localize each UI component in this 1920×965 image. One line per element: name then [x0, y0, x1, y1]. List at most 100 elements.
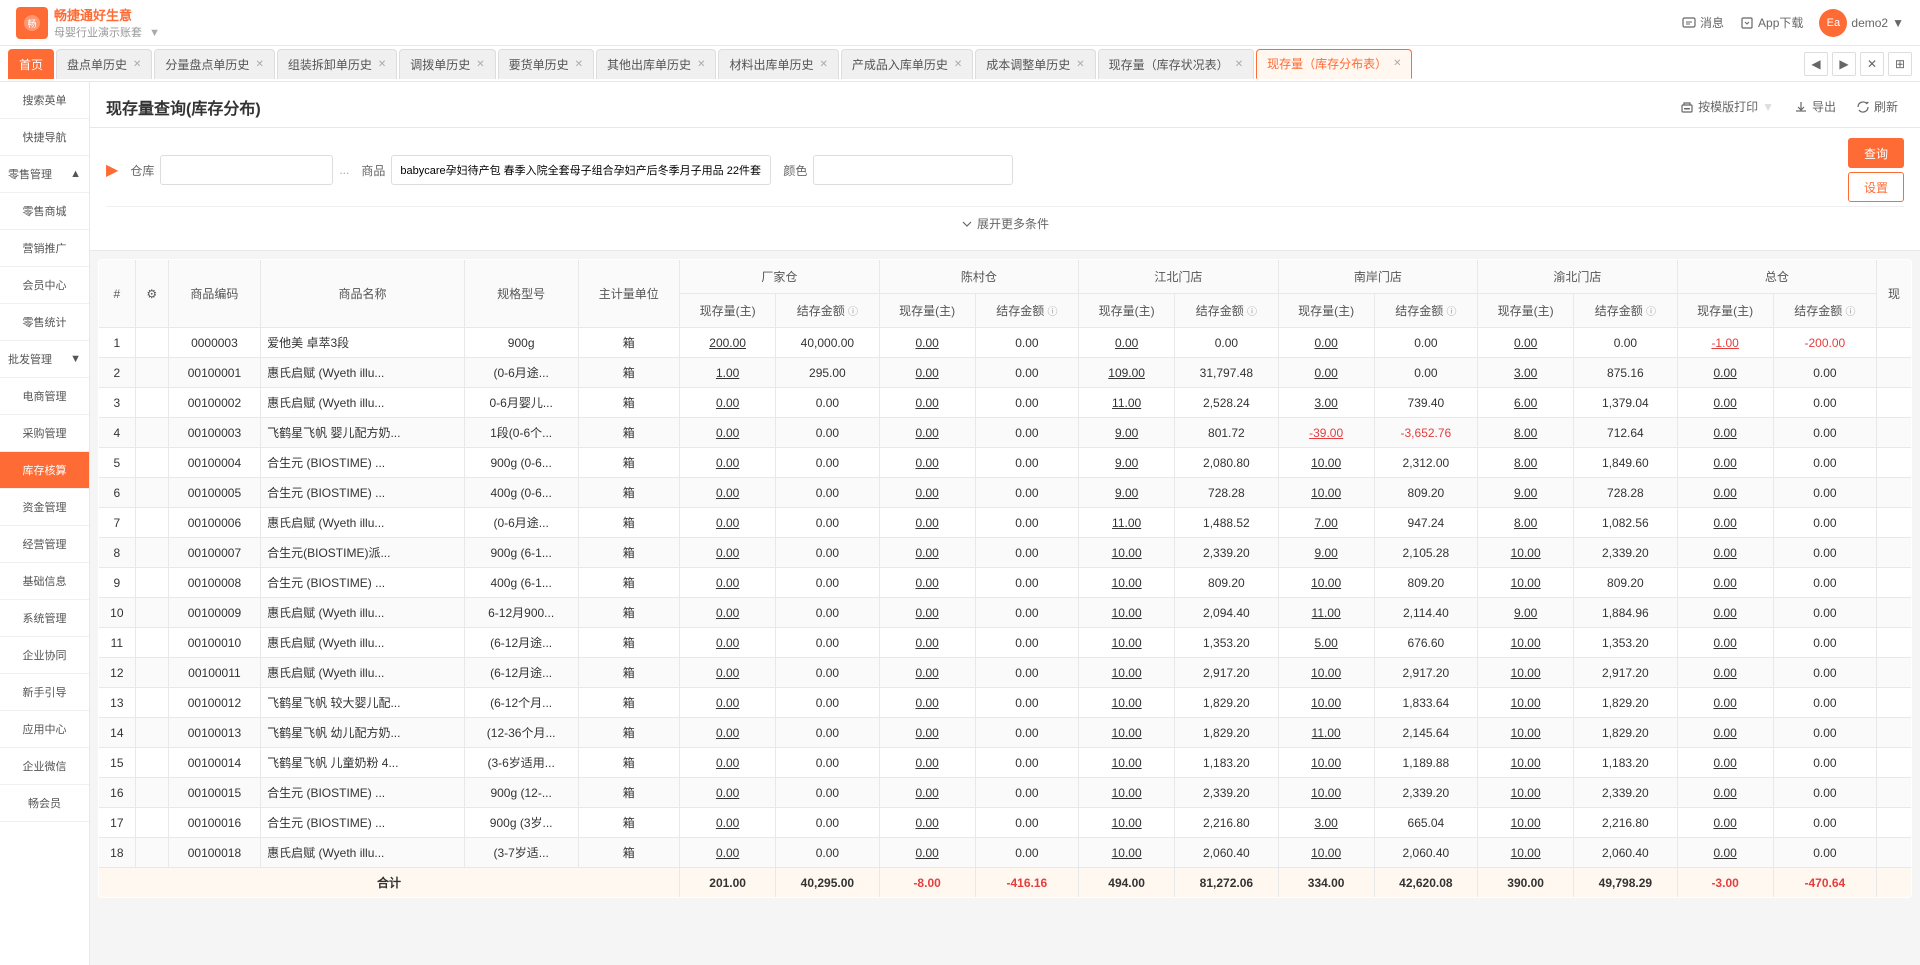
cell-jiangbei-stock[interactable]: 10.00	[1079, 688, 1175, 718]
th-gear[interactable]: ⚙	[135, 260, 168, 328]
tab-close-material[interactable]: ✕	[819, 59, 827, 70]
cell-factory-stock[interactable]: 0.00	[680, 388, 776, 418]
cell-yubei-stock[interactable]: 10.00	[1478, 778, 1574, 808]
cell-yubei-stock[interactable]: 10.00	[1478, 628, 1574, 658]
cell-jiangbei-stock[interactable]: 10.00	[1079, 838, 1175, 868]
cell-nanan-stock[interactable]: 10.00	[1278, 748, 1374, 778]
sidebar-item-system[interactable]: 系统管理	[0, 600, 89, 637]
sidebar-item-wechat[interactable]: 企业微信	[0, 748, 89, 785]
goods-input[interactable]	[391, 155, 771, 185]
cell-factory-stock[interactable]: 0.00	[680, 808, 776, 838]
cell-chenma-stock[interactable]: 0.00	[879, 538, 975, 568]
tab-close-all-btn[interactable]: ✕	[1860, 52, 1884, 76]
cell-yubei-stock[interactable]: 3.00	[1478, 358, 1574, 388]
tab-stocktake[interactable]: 盘点单历史 ✕	[56, 49, 152, 79]
sidebar-item-enterprise[interactable]: 企业协同	[0, 637, 89, 674]
cell-total-stock[interactable]: 0.00	[1677, 598, 1773, 628]
cell-total-stock[interactable]: 0.00	[1677, 568, 1773, 598]
sidebar-item-members[interactable]: 会员中心	[0, 267, 89, 304]
color-input[interactable]	[813, 155, 1013, 185]
cell-total-stock[interactable]: 0.00	[1677, 448, 1773, 478]
cell-jiangbei-stock[interactable]: 9.00	[1079, 418, 1175, 448]
cell-yubei-stock[interactable]: 9.00	[1478, 598, 1574, 628]
cell-yubei-stock[interactable]: 6.00	[1478, 388, 1574, 418]
cell-nanan-stock[interactable]: -39.00	[1278, 418, 1374, 448]
tab-cost-adjust[interactable]: 成本调整单历史 ✕	[975, 49, 1095, 79]
tab-material-out[interactable]: 材料出库单历史 ✕	[718, 49, 838, 79]
cell-factory-stock[interactable]: 0.00	[680, 838, 776, 868]
print-btn[interactable]: 按模版打印 ▼	[1674, 94, 1780, 119]
cell-total-stock[interactable]: 0.00	[1677, 718, 1773, 748]
sidebar-item-retail-mall[interactable]: 零售商城	[0, 193, 89, 230]
cell-total-stock[interactable]: 0.00	[1677, 418, 1773, 448]
cell-nanan-stock[interactable]: 10.00	[1278, 568, 1374, 598]
user-menu[interactable]: Ea demo2 ▼	[1819, 9, 1904, 37]
sidebar-item-retail-stats[interactable]: 零售统计	[0, 304, 89, 341]
cell-jiangbei-stock[interactable]: 109.00	[1079, 358, 1175, 388]
cell-total-stock[interactable]: 0.00	[1677, 628, 1773, 658]
sidebar-item-finance[interactable]: 资金管理	[0, 489, 89, 526]
refresh-btn[interactable]: 刷新	[1850, 94, 1904, 119]
warehouse-input[interactable]	[160, 155, 333, 185]
cell-jiangbei-stock[interactable]: 10.00	[1079, 718, 1175, 748]
cell-factory-stock[interactable]: 0.00	[680, 688, 776, 718]
cell-chenma-stock[interactable]: 0.00	[879, 718, 975, 748]
cell-nanan-stock[interactable]: 0.00	[1278, 328, 1374, 358]
cell-yubei-stock[interactable]: 10.00	[1478, 808, 1574, 838]
cell-factory-stock[interactable]: 0.00	[680, 568, 776, 598]
tab-next-btn[interactable]: ▶	[1832, 52, 1856, 76]
setting-btn[interactable]: 设置	[1848, 172, 1904, 202]
cell-chenma-stock[interactable]: 0.00	[879, 328, 975, 358]
tab-other-outbound[interactable]: 其他出库单历史 ✕	[596, 49, 716, 79]
cell-total-stock[interactable]: 0.00	[1677, 388, 1773, 418]
cell-chenma-stock[interactable]: 0.00	[879, 508, 975, 538]
cell-nanan-stock[interactable]: 3.00	[1278, 808, 1374, 838]
cell-chenma-stock[interactable]: 0.00	[879, 598, 975, 628]
tab-stock-status[interactable]: 现存量（库存状况表） ✕	[1098, 49, 1254, 79]
tab-partial-stocktake[interactable]: 分量盘点单历史 ✕	[154, 49, 274, 79]
sidebar-item-retail-mgmt[interactable]: 零售管理 ▲	[0, 156, 89, 193]
cell-yubei-stock[interactable]: 10.00	[1478, 718, 1574, 748]
cell-chenma-stock[interactable]: 0.00	[879, 688, 975, 718]
cell-nanan-stock[interactable]: 5.00	[1278, 628, 1374, 658]
sidebar-item-operations[interactable]: 经营管理	[0, 526, 89, 563]
cell-factory-stock[interactable]: 0.00	[680, 658, 776, 688]
cell-nanan-stock[interactable]: 11.00	[1278, 718, 1374, 748]
cell-nanan-stock[interactable]: 10.00	[1278, 448, 1374, 478]
cell-total-stock[interactable]: 0.00	[1677, 508, 1773, 538]
cell-total-stock[interactable]: 0.00	[1677, 478, 1773, 508]
tab-close-transfer[interactable]: ✕	[476, 59, 484, 70]
cell-nanan-stock[interactable]: 0.00	[1278, 358, 1374, 388]
sidebar-item-ecommerce[interactable]: 电商管理	[0, 378, 89, 415]
cell-chenma-stock[interactable]: 0.00	[879, 568, 975, 598]
cell-jiangbei-stock[interactable]: 10.00	[1079, 808, 1175, 838]
cell-factory-stock[interactable]: 0.00	[680, 718, 776, 748]
cell-yubei-stock[interactable]: 9.00	[1478, 478, 1574, 508]
cell-jiangbei-stock[interactable]: 9.00	[1079, 448, 1175, 478]
sidebar-item-app-center[interactable]: 应用中心	[0, 711, 89, 748]
cell-jiangbei-stock[interactable]: 10.00	[1079, 748, 1175, 778]
cell-total-stock[interactable]: 0.00	[1677, 808, 1773, 838]
cell-chenma-stock[interactable]: 0.00	[879, 658, 975, 688]
cell-yubei-stock[interactable]: 10.00	[1478, 838, 1574, 868]
sidebar-item-quick-nav[interactable]: 快捷导航	[0, 119, 89, 156]
sidebar-item-wholesale-mgmt[interactable]: 批发管理 ▼	[0, 341, 89, 378]
cell-yubei-stock[interactable]: 10.00	[1478, 688, 1574, 718]
sidebar-item-basic-info[interactable]: 基础信息	[0, 563, 89, 600]
cell-chenma-stock[interactable]: 0.00	[879, 838, 975, 868]
cell-chenma-stock[interactable]: 0.00	[879, 448, 975, 478]
cell-chenma-stock[interactable]: 0.00	[879, 808, 975, 838]
cell-chenma-stock[interactable]: 0.00	[879, 748, 975, 778]
message-btn[interactable]: 消息	[1682, 14, 1724, 31]
cell-factory-stock[interactable]: 0.00	[680, 448, 776, 478]
cell-total-stock[interactable]: 0.00	[1677, 358, 1773, 388]
search-btn[interactable]: 查询	[1848, 138, 1904, 168]
sidebar-item-search[interactable]: 搜索英单	[0, 82, 89, 119]
cell-factory-stock[interactable]: 0.00	[680, 778, 776, 808]
cell-yubei-stock[interactable]: 10.00	[1478, 568, 1574, 598]
cell-total-stock[interactable]: -1.00	[1677, 328, 1773, 358]
cell-jiangbei-stock[interactable]: 10.00	[1079, 628, 1175, 658]
cell-yubei-stock[interactable]: 0.00	[1478, 328, 1574, 358]
cell-jiangbei-stock[interactable]: 10.00	[1079, 658, 1175, 688]
cell-chenma-stock[interactable]: 0.00	[879, 628, 975, 658]
